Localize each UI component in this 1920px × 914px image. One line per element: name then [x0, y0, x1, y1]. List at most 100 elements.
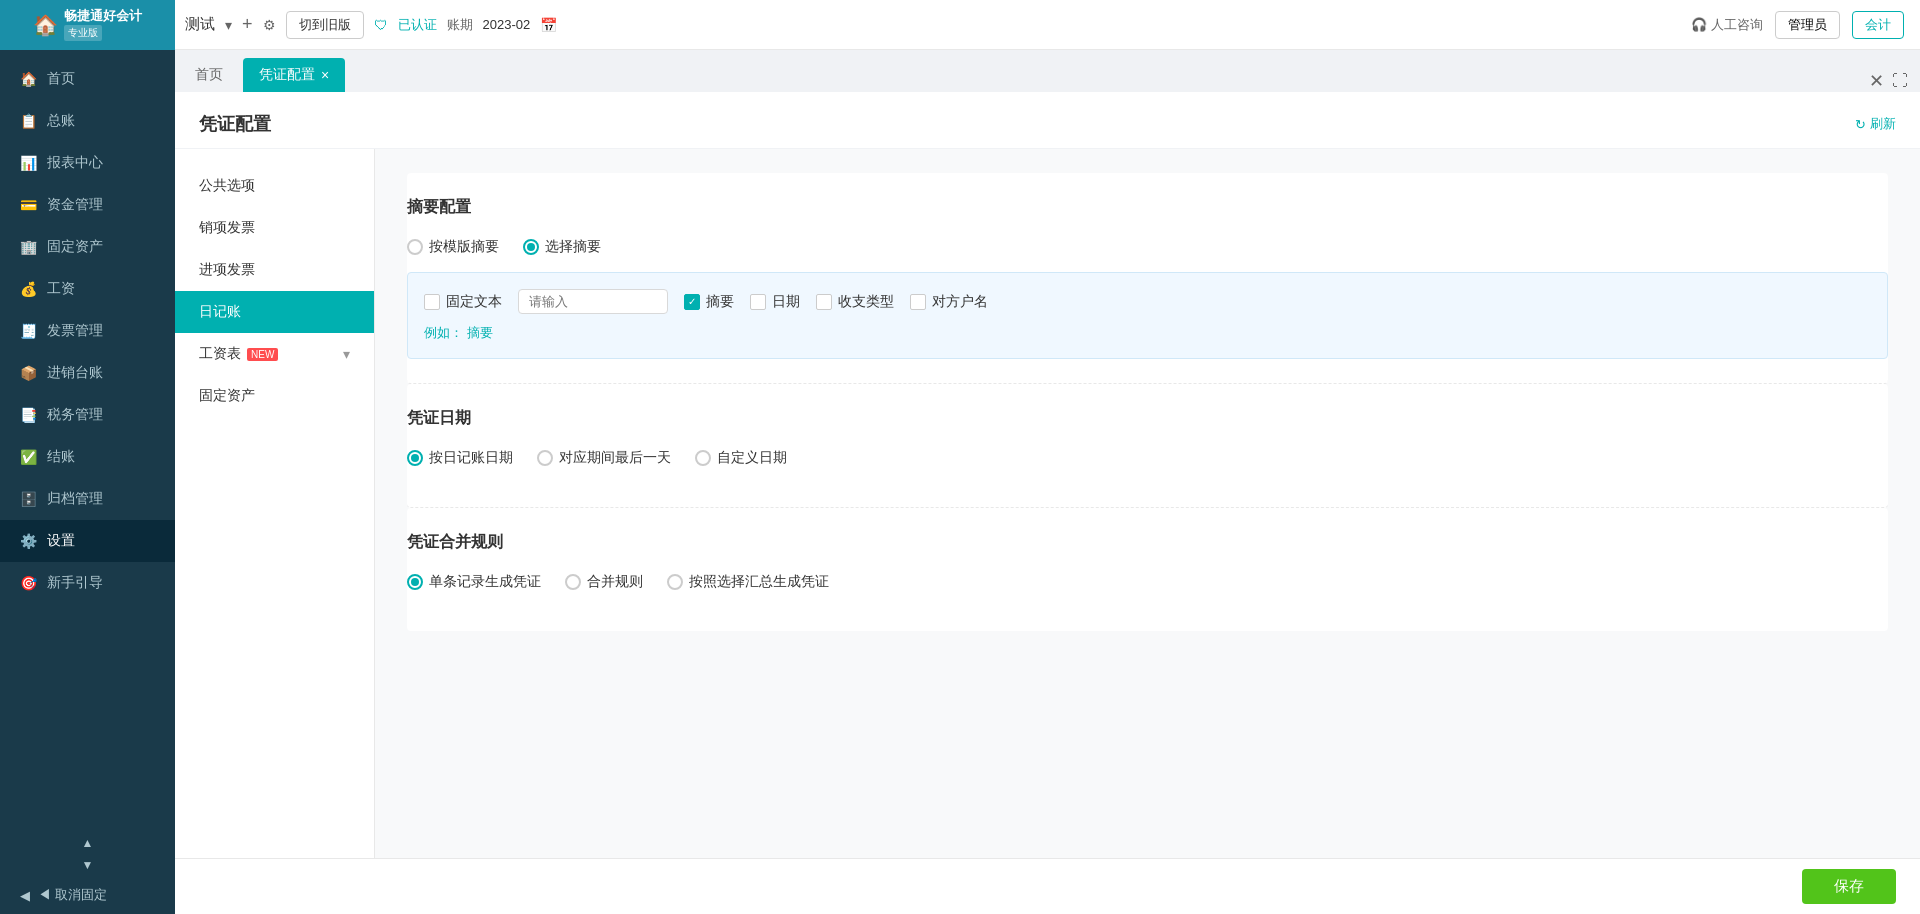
- cancel-fixed-button[interactable]: ◀ ◀ 取消固定: [0, 876, 175, 914]
- service-button[interactable]: 🎧 人工咨询: [1691, 16, 1763, 34]
- switch-version-button[interactable]: 切到旧版: [286, 11, 364, 39]
- checkbox-date[interactable]: 日期: [750, 293, 800, 311]
- refresh-icon: ↻: [1855, 117, 1866, 132]
- logo-text: 畅捷通好会计: [64, 8, 142, 24]
- radio-merge-rule[interactable]: 合并规则: [565, 573, 643, 591]
- left-nav-fixed-assets[interactable]: 固定资产: [175, 375, 374, 417]
- content-area: 首页 凭证配置 × ✕ ⛶ 凭证配置 ↻ 刷新: [175, 50, 1920, 914]
- checkbox-box-pay-type: [816, 294, 832, 310]
- scroll-down-arrow[interactable]: ▼: [0, 854, 175, 876]
- expand-window-icon[interactable]: ⛶: [1892, 72, 1908, 90]
- calendar-icon[interactable]: 📅: [540, 17, 557, 33]
- invoice-icon: 🧾: [20, 323, 37, 339]
- radio-dot-single: [411, 578, 419, 586]
- left-nav-journal[interactable]: 日记账: [175, 291, 374, 333]
- radio-single-record[interactable]: 单条记录生成凭证: [407, 573, 541, 591]
- page-header: 凭证配置 ↻ 刷新: [175, 92, 1920, 149]
- radio-journal-date[interactable]: 按日记账日期: [407, 449, 513, 467]
- inner-layout: 公共选项 销项发票 进项发票 日记账 工资表 NEW: [175, 149, 1920, 858]
- sidebar-item-asset[interactable]: 🏢 固定资产: [0, 226, 175, 268]
- tab-close-icon[interactable]: ×: [321, 67, 329, 83]
- left-nav-public[interactable]: 公共选项: [175, 165, 374, 207]
- sidebar-item-settings[interactable]: ⚙️ 设置: [0, 520, 175, 562]
- asset-icon: 🏢: [20, 239, 37, 255]
- scroll-up-arrow[interactable]: ▲: [0, 832, 175, 854]
- salary-icon: 💰: [20, 281, 37, 297]
- headset-icon: 🎧: [1691, 17, 1707, 32]
- sidebar-item-settlement[interactable]: ✅ 结账: [0, 436, 175, 478]
- right-config-content: 摘要配置 按模版摘要 选择摘要: [375, 149, 1920, 858]
- sales-icon: 📦: [20, 365, 37, 381]
- refresh-button[interactable]: ↻ 刷新: [1855, 115, 1896, 133]
- guide-icon: 🎯: [20, 575, 37, 591]
- left-nav-sales-invoice[interactable]: 销项发票: [175, 207, 374, 249]
- merge-section-title: 凭证合并规则: [407, 532, 1888, 553]
- tax-icon: 📑: [20, 407, 37, 423]
- left-arrow-icon: ◀: [20, 888, 30, 903]
- logo-icon: 🏠: [33, 13, 58, 37]
- save-button[interactable]: 保存: [1802, 869, 1896, 904]
- admin-button[interactable]: 管理员: [1775, 11, 1840, 39]
- example-value: 摘要: [467, 325, 493, 340]
- radio-period-last[interactable]: 对应期间最后一天: [537, 449, 671, 467]
- radio-circle-custom-date: [695, 450, 711, 466]
- radio-custom-date[interactable]: 自定义日期: [695, 449, 787, 467]
- add-icon[interactable]: +: [242, 14, 253, 35]
- sidebar-item-ledger[interactable]: 📋 总账: [0, 100, 175, 142]
- sidebar-item-capital[interactable]: 💳 资金管理: [0, 184, 175, 226]
- page-content: 凭证配置 ↻ 刷新 公共选项 销项发票 进项发票: [175, 92, 1920, 858]
- close-window-icon[interactable]: ✕: [1869, 70, 1884, 92]
- left-nav-payroll[interactable]: 工资表 NEW ▾: [175, 333, 374, 375]
- radio-template-summary[interactable]: 按模版摘要: [407, 238, 499, 256]
- example-prefix: 例如：: [424, 325, 463, 340]
- period-value: 2023-02: [483, 17, 531, 32]
- radio-circle-template: [407, 239, 423, 255]
- sidebar-item-invoice[interactable]: 🧾 发票管理: [0, 310, 175, 352]
- settings-icon: ⚙️: [20, 533, 37, 549]
- sidebar-item-salary[interactable]: 💰 工资: [0, 268, 175, 310]
- fixed-text-input[interactable]: [518, 289, 668, 314]
- radio-select-summary[interactable]: 选择摘要: [523, 238, 601, 256]
- checkbox-pay-type[interactable]: 收支类型: [816, 293, 894, 311]
- checkbox-counterpart[interactable]: 对方户名: [910, 293, 988, 311]
- date-section-title: 凭证日期: [407, 408, 1888, 429]
- summary-radio-group: 按模版摘要 选择摘要: [407, 238, 1888, 256]
- accountant-button[interactable]: 会计: [1852, 11, 1904, 39]
- merge-section: 凭证合并规则 单条记录生成凭证 合并规则: [407, 508, 1888, 631]
- tab-bar: 首页 凭证配置 × ✕ ⛶: [175, 50, 1920, 92]
- sidebar: 🏠 首页 📋 总账 📊 报表中心 💳 资金管理 🏢 固定资产 💰 工资: [0, 50, 175, 914]
- company-name: 测试: [185, 15, 215, 34]
- left-nav-purchase-invoice[interactable]: 进项发票: [175, 249, 374, 291]
- radio-circle-single: [407, 574, 423, 590]
- radio-dot-journal-date: [411, 454, 419, 462]
- certified-text: 已认证: [398, 16, 437, 34]
- tab-bar-actions: ✕ ⛶: [1869, 70, 1920, 92]
- summary-config-row: 固定文本 ✓ 摘要: [424, 289, 1871, 314]
- summary-section: 摘要配置 按模版摘要 选择摘要: [407, 173, 1888, 384]
- gear-icon[interactable]: ⚙: [263, 17, 276, 33]
- tab-config[interactable]: 凭证配置 ×: [243, 58, 345, 92]
- radio-select-merge[interactable]: 按照选择汇总生成凭证: [667, 573, 829, 591]
- sidebar-item-tax[interactable]: 📑 税务管理: [0, 394, 175, 436]
- summary-config-box: 固定文本 ✓ 摘要: [407, 272, 1888, 359]
- checkbox-box-counterpart: [910, 294, 926, 310]
- sidebar-item-report[interactable]: 📊 报表中心: [0, 142, 175, 184]
- ledger-icon: 📋: [20, 113, 37, 129]
- checkbox-fixed-text[interactable]: 固定文本: [424, 293, 502, 311]
- checkbox-summary[interactable]: ✓ 摘要: [684, 293, 734, 311]
- certified-icon: 🛡: [374, 17, 388, 33]
- radio-circle-merge: [565, 574, 581, 590]
- checkmark-summary: ✓: [688, 296, 696, 307]
- bottom-bar: 保存: [175, 858, 1920, 914]
- sidebar-item-home[interactable]: 🏠 首页: [0, 58, 175, 100]
- radio-circle-journal-date: [407, 450, 423, 466]
- tab-home[interactable]: 首页: [175, 58, 243, 92]
- sidebar-item-guide[interactable]: 🎯 新手引导: [0, 562, 175, 604]
- logo-badge: 专业版: [64, 25, 102, 41]
- home-icon: 🏠: [20, 71, 37, 87]
- sidebar-item-sales[interactable]: 📦 进销台账: [0, 352, 175, 394]
- sidebar-item-archive[interactable]: 🗄️ 归档管理: [0, 478, 175, 520]
- dropdown-arrow-icon[interactable]: ▾: [225, 17, 232, 33]
- topbar: 🏠 畅捷通好会计 专业版 测试 ▾ + ⚙ 切到旧版 🛡 已认证 账期 2023…: [0, 0, 1920, 50]
- new-badge: NEW: [247, 348, 278, 361]
